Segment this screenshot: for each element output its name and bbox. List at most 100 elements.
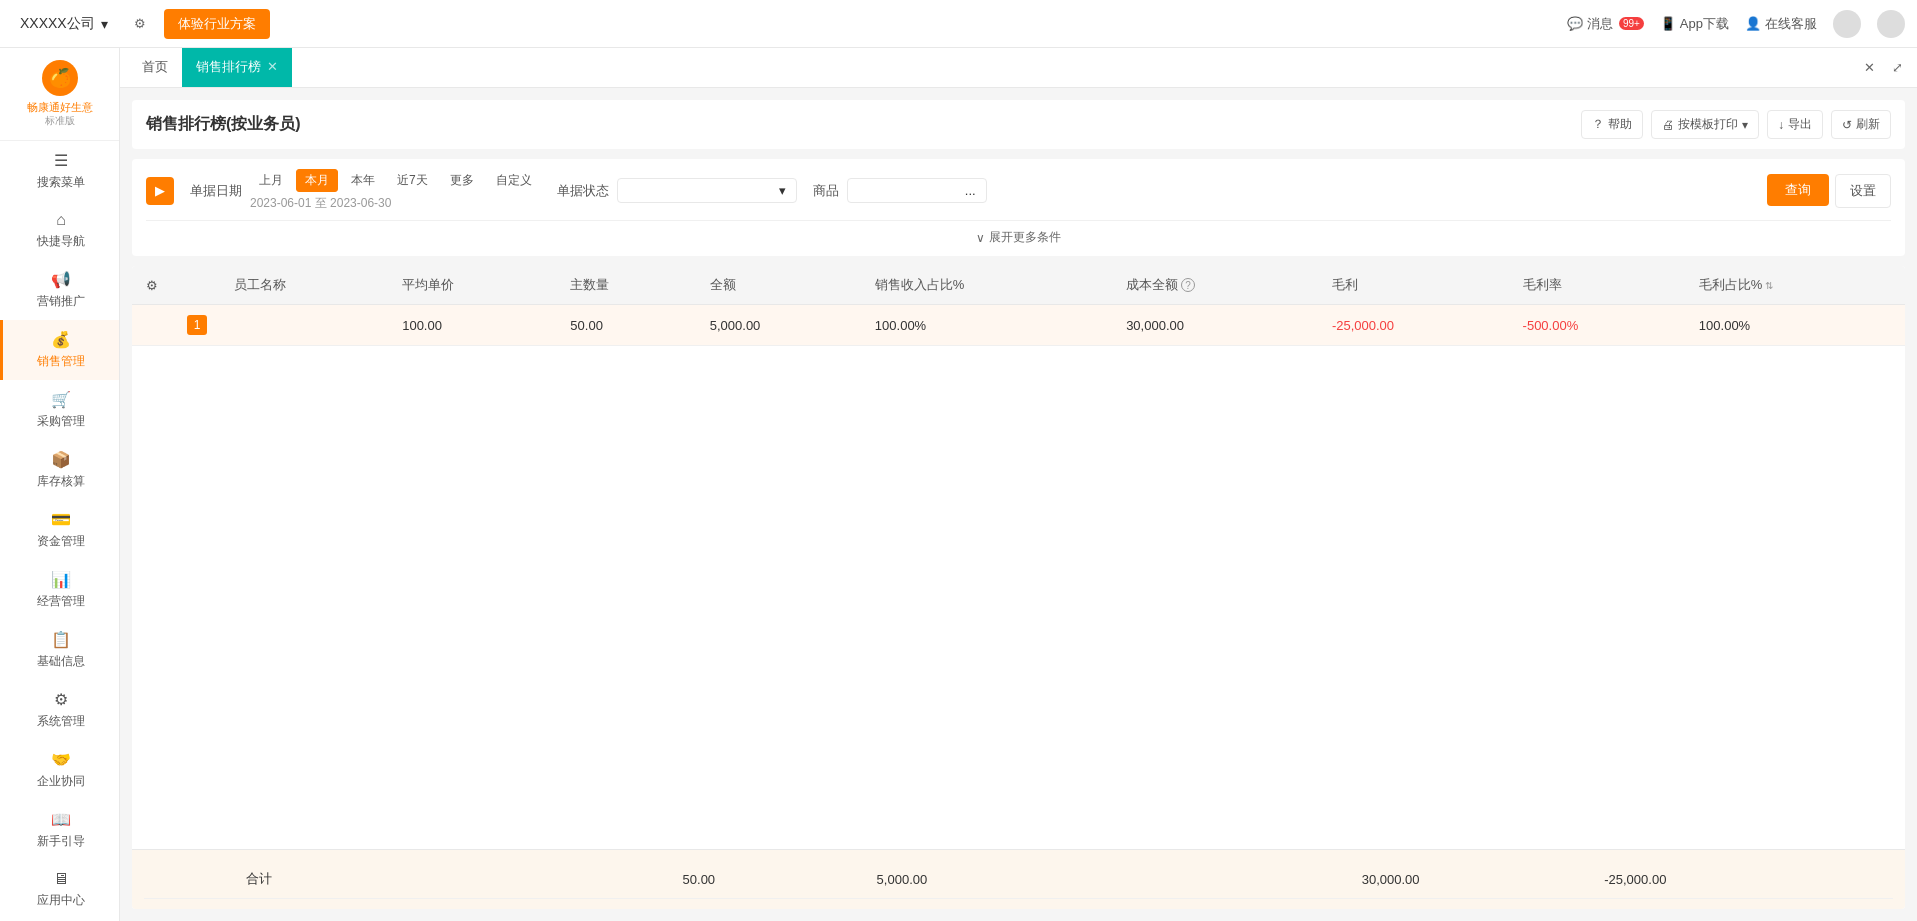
sidebar-item-apps[interactable]: 🖥 应用中心	[0, 860, 119, 919]
date-btns: 上月 本月 本年 近7天 更多 自定义	[250, 169, 541, 192]
goods-label: 商品	[813, 182, 839, 200]
filter-date-item: 单据日期 上月 本月 本年 近7天 更多 自定义 2023-06-01 至 20…	[190, 169, 541, 212]
sidebar-item-finance[interactable]: 💳 资金管理	[0, 500, 119, 560]
date-btn-7days[interactable]: 近7天	[388, 169, 437, 192]
refresh-label: 刷新	[1856, 116, 1880, 133]
finance-icon: 💳	[51, 510, 71, 529]
footer-amount: 5,000.00	[865, 860, 1083, 899]
sidebar-logo: 🍊 畅康通好生意 标准版	[0, 48, 119, 141]
expand-chevron-icon: ∨	[976, 231, 985, 245]
goods-dots: ...	[965, 183, 976, 198]
tab-home[interactable]: 首页	[128, 48, 182, 87]
top-header: XXXXX公司 ▾ ⚙ 体验行业方案 💬 消息 99+ 📱 App下载 👤 在线…	[0, 0, 1917, 48]
date-label: 单据日期	[190, 182, 242, 200]
message-btn[interactable]: 💬 消息 99+	[1567, 15, 1644, 33]
th-gross: 毛利	[1320, 266, 1511, 305]
online-service-btn[interactable]: 👤 在线客服	[1745, 15, 1817, 33]
goods-input[interactable]: ...	[847, 178, 987, 203]
sidebar-item-basic[interactable]: 📋 基础信息	[0, 620, 119, 680]
sidebar-item-quicknav[interactable]: ⌂ 快捷导航	[0, 201, 119, 260]
filter-goods-item: 商品 ...	[813, 178, 987, 203]
sidebar-item-collab[interactable]: 🤝 企业协同	[0, 740, 119, 800]
filter-settings-btn[interactable]: 设置	[1835, 174, 1891, 208]
content-area: 首页 销售排行榜 ✕ ✕ ⤢ 销售排行榜(按业务员) ？ 帮助	[120, 48, 1917, 921]
search-menu-icon: ☰	[54, 151, 68, 170]
guide-icon: 📖	[51, 810, 71, 829]
sidebar-system-label: 系统管理	[37, 713, 85, 730]
print-btn[interactable]: 🖨 按模板打印 ▾	[1651, 110, 1759, 139]
th-quantity: 主数量	[558, 266, 697, 305]
sidebar: 🍊 畅康通好生意 标准版 ☰ 搜索菜单 ⌂ 快捷导航 📢 营销推广 💰 销售管理…	[0, 48, 120, 921]
sidebar-quicknav-label: 快捷导航	[37, 233, 85, 250]
footer-settings-spacer	[144, 860, 184, 899]
cost-info-icon[interactable]: ?	[1181, 278, 1195, 292]
company-select[interactable]: XXXXX公司 ▾	[12, 11, 116, 37]
th-avg-price: 平均单价	[390, 266, 558, 305]
sidebar-search-label: 搜索菜单	[37, 174, 85, 191]
help-label: 帮助	[1608, 116, 1632, 133]
tab-home-label: 首页	[142, 58, 168, 76]
home-icon: ⌂	[56, 211, 66, 229]
avatar2[interactable]	[1877, 10, 1905, 38]
footer-rest-spacer	[1835, 860, 1893, 899]
td-quantity: 50.00	[558, 305, 697, 346]
tab-sales-label: 销售排行榜	[196, 58, 261, 76]
sidebar-item-sales[interactable]: 💰 销售管理	[0, 320, 119, 380]
tab-bar: 首页 销售排行榜 ✕ ✕ ⤢	[120, 48, 1917, 88]
sidebar-basic-label: 基础信息	[37, 653, 85, 670]
td-gross-pct: 100.00%	[1687, 305, 1905, 346]
sidebar-item-purchase[interactable]: 🛒 采购管理	[0, 380, 119, 440]
export-btn[interactable]: ↓ 导出	[1767, 110, 1823, 139]
td-name	[222, 305, 390, 346]
th-gross-rate: 毛利率	[1511, 266, 1687, 305]
expand-more-btn[interactable]: ∨ 展开更多条件	[976, 229, 1061, 246]
marketing-icon: 📢	[51, 270, 71, 289]
sidebar-item-inventory[interactable]: 📦 库存核算	[0, 440, 119, 500]
sidebar-item-marketing[interactable]: 📢 营销推广	[0, 260, 119, 320]
tab-sales-ranking[interactable]: 销售排行榜 ✕	[182, 48, 292, 87]
footer-cost-val: 30,000.00	[1362, 872, 1420, 887]
sidebar-item-system[interactable]: ⚙ 系统管理	[0, 680, 119, 740]
collab-icon: 🤝	[51, 750, 71, 769]
logo-sub: 标准版	[45, 114, 75, 128]
expand-arrow-btn[interactable]: ▶	[146, 177, 174, 205]
th-name: 员工名称	[222, 266, 390, 305]
footer-row: 合计 50.00 5,000.00 30,000.00	[144, 860, 1893, 899]
sidebar-item-management[interactable]: 📊 经营管理	[0, 560, 119, 620]
date-btn-more[interactable]: 更多	[441, 169, 483, 192]
trial-btn[interactable]: 体验行业方案	[164, 9, 270, 39]
status-select[interactable]: ▾	[617, 178, 797, 203]
th-gross-pct-label: 毛利占比%	[1699, 276, 1763, 294]
th-amount: 全额	[698, 266, 863, 305]
footer-gross: -25,000.00	[1592, 860, 1835, 899]
tab-close-all-btn[interactable]: ✕	[1857, 56, 1881, 80]
footer-rank-spacer	[184, 860, 234, 899]
print-icon: 🖨	[1662, 118, 1674, 132]
date-btn-custom[interactable]: 自定义	[487, 169, 541, 192]
refresh-btn[interactable]: ↺ 刷新	[1831, 110, 1891, 139]
purchase-icon: 🛒	[51, 390, 71, 409]
footer-quantity-val: 50.00	[683, 872, 716, 887]
query-btn[interactable]: 查询	[1767, 174, 1829, 206]
app-download-btn[interactable]: 📱 App下载	[1660, 15, 1729, 33]
th-settings[interactable]: ⚙	[132, 266, 172, 305]
sidebar-apps-label: 应用中心	[37, 892, 85, 909]
date-btn-this-year[interactable]: 本年	[342, 169, 384, 192]
td-settings	[132, 305, 172, 346]
avatar[interactable]	[1833, 10, 1861, 38]
table-wrapper: ⚙ 员工名称 平均单价 主数量 全额 销售收入占比% 成本全额	[132, 266, 1905, 849]
logo-text: 畅康通好生意	[27, 100, 93, 114]
help-btn[interactable]: ？ 帮助	[1581, 110, 1643, 139]
tab-restore-btn[interactable]: ⤢	[1885, 56, 1909, 80]
footer-label: 合计	[234, 860, 477, 899]
sidebar-item-guide[interactable]: 📖 新手引导	[0, 800, 119, 860]
th-rank	[172, 266, 222, 305]
tab-close-icon[interactable]: ✕	[267, 59, 278, 74]
date-btn-last-month[interactable]: 上月	[250, 169, 292, 192]
th-gross-pct: 毛利占比% ⇅	[1687, 266, 1905, 305]
export-icon: ↓	[1778, 118, 1784, 132]
date-btn-this-month[interactable]: 本月	[296, 169, 338, 192]
settings-gear-btn[interactable]: ⚙	[126, 10, 154, 38]
sidebar-item-search[interactable]: ☰ 搜索菜单	[0, 141, 119, 201]
gross-pct-sort-icon[interactable]: ⇅	[1765, 280, 1773, 291]
